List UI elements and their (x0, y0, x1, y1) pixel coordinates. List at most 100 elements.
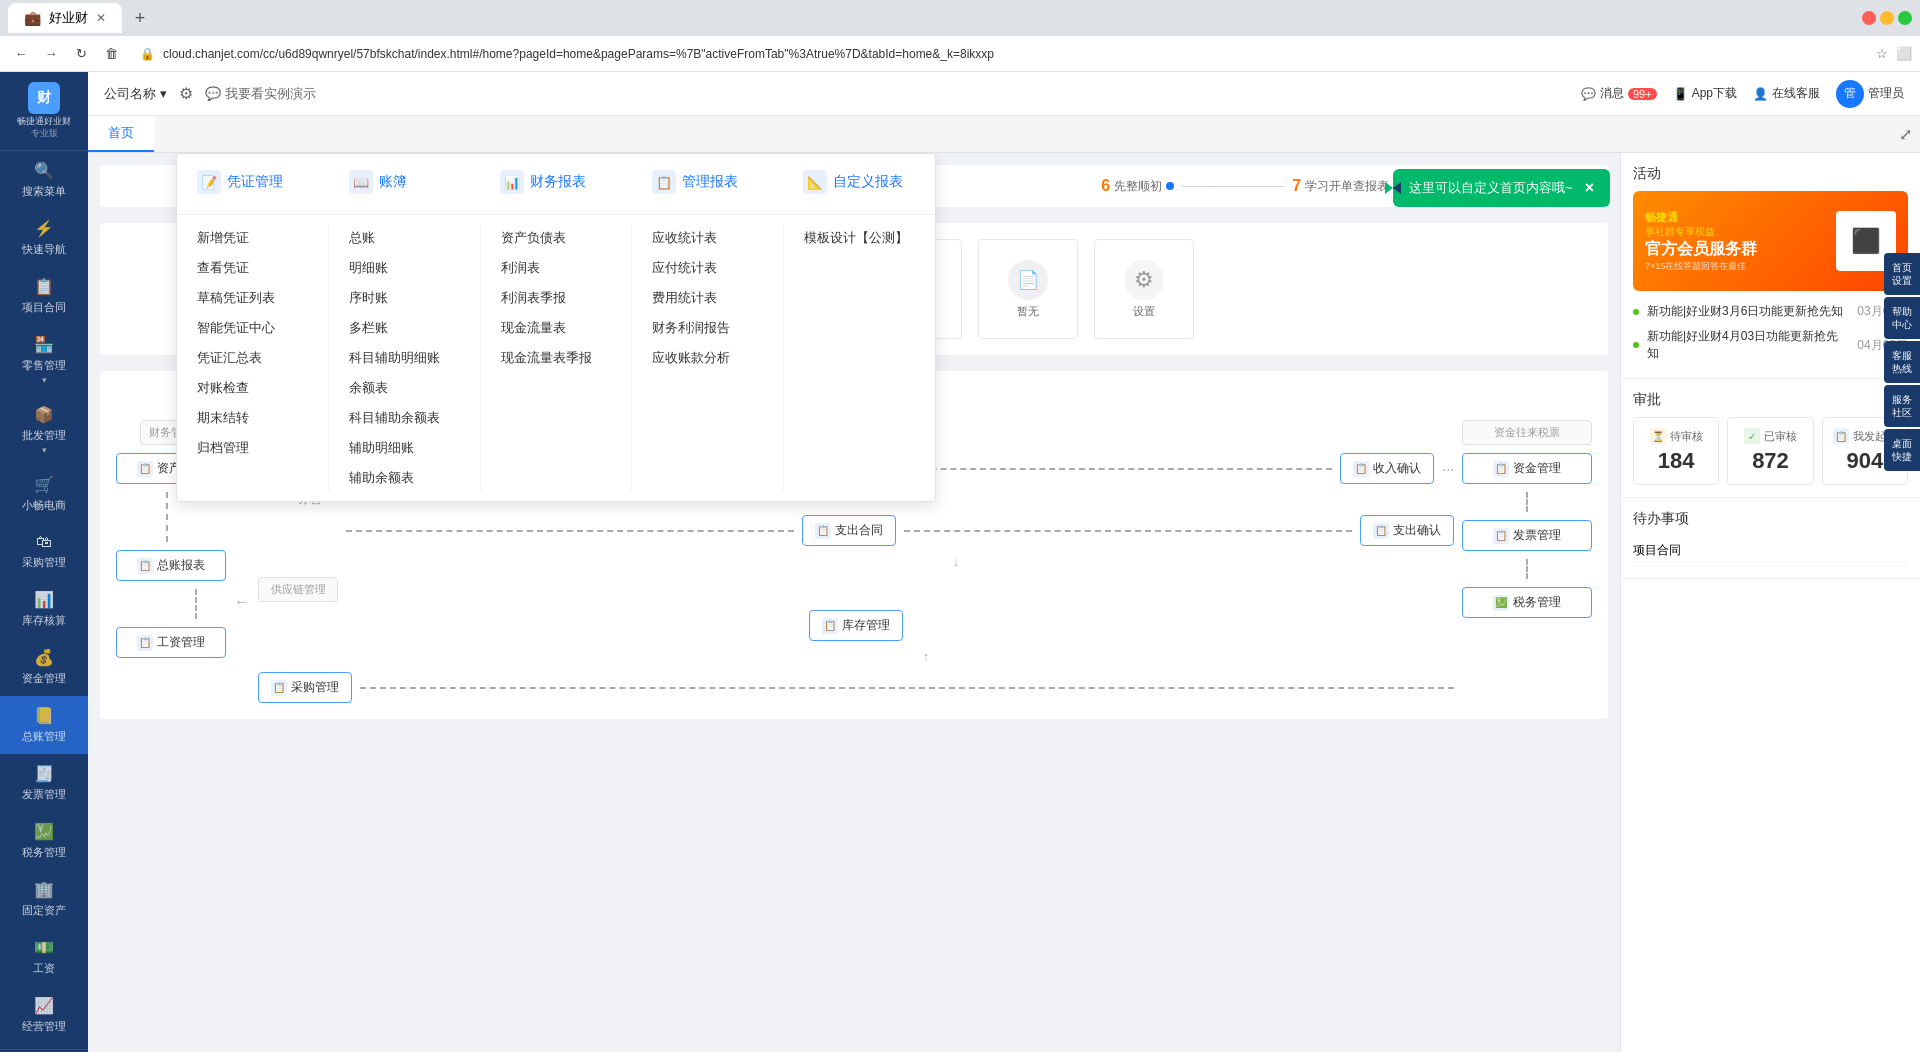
rqa-community[interactable]: 服务社区 (1884, 385, 1920, 427)
demo-button[interactable]: 💬 我要看实例演示 (205, 85, 316, 103)
wf-salary-mgmt[interactable]: 📋 工资管理 (116, 627, 226, 658)
sidebar-item-search[interactable]: 🔍 搜索菜单 (0, 151, 88, 209)
tab-home[interactable]: 首页 (88, 116, 154, 152)
menu-item-archive[interactable]: 归档管理 (197, 433, 308, 463)
menu-item-view-voucher[interactable]: 查看凭证 (197, 253, 308, 283)
wf-income-confirm[interactable]: 📋 收入确认 (1340, 453, 1434, 484)
menu-item-template-design[interactable]: 模板设计【公测】 (804, 223, 915, 253)
sidebar-item-project[interactable]: 📋 项目合同 (0, 267, 88, 325)
active-tab[interactable]: 💼 好业财 ✕ (8, 3, 122, 33)
pending-approval-card[interactable]: ⏳ 待审核 184 (1633, 417, 1719, 485)
address-bar[interactable]: 🔒 cloud.chanjet.com/cc/u6d89qwnryel/57bf… (128, 40, 1872, 68)
menu-item-receivable-analysis[interactable]: 应收账款分析 (652, 343, 763, 373)
menu-item-balance[interactable]: 余额表 (349, 373, 460, 403)
menu-item-draft-voucher[interactable]: 草稿凭证列表 (197, 283, 308, 313)
win-close-btn[interactable] (1862, 11, 1876, 25)
menu-item-smart-voucher[interactable]: 智能凭证中心 (197, 313, 308, 343)
rqa-service[interactable]: 客服热线 (1884, 341, 1920, 383)
app-download-action[interactable]: 📱 App下载 (1673, 85, 1737, 102)
step-6-dot (1166, 182, 1174, 190)
menu-item-new-voucher[interactable]: 新增凭证 (197, 223, 308, 253)
menu-item-payable-stats[interactable]: 应付统计表 (652, 253, 763, 283)
bookmark-icon[interactable]: ☆ (1876, 46, 1888, 61)
menu-item-aux-detail[interactable]: 辅助明细账 (349, 433, 460, 463)
message-action[interactable]: 💬 消息 99+ (1581, 85, 1657, 102)
ecommerce-icon: 🛒 (34, 475, 54, 494)
sidebar-item-purchase[interactable]: 🛍 采购管理 (0, 523, 88, 580)
menu-item-cashflow[interactable]: 现金流量表 (501, 313, 612, 343)
wf-invoice-mgmt[interactable]: 📋 发票管理 (1462, 520, 1592, 551)
menu-item-period-end[interactable]: 期末结转 (197, 403, 308, 433)
procurement-icon: 📋 (271, 680, 287, 696)
activity-banner[interactable]: 畅捷通 享社群专享权益 官方会员服务群 7×15在线答题回答在最佳 ⬛ (1633, 191, 1908, 291)
back-btn[interactable]: ← (8, 41, 34, 67)
menu-item-profit-report[interactable]: 财务利润报告 (652, 313, 763, 343)
sidebar-item-assets[interactable]: 🏢 固定资产 (0, 870, 88, 928)
sidebar-item-retail[interactable]: 🏪 零售管理 ▾ (0, 325, 88, 395)
assets-icon: 🏢 (34, 880, 54, 899)
approved-count: 872 (1738, 448, 1802, 474)
win-min-btn[interactable] (1880, 11, 1894, 25)
mgmt-col-title[interactable]: 📋 管理报表 (652, 170, 764, 194)
wf-inventory[interactable]: 📋 库存管理 (809, 610, 903, 641)
menu-item-voucher-summary[interactable]: 凭证汇总表 (197, 343, 308, 373)
sidebar-item-funds[interactable]: 💰 资金管理 (0, 638, 88, 696)
nav-settings-icon[interactable]: ⚙ (179, 84, 193, 103)
company-selector[interactable]: 公司名称 ▾ (104, 85, 167, 103)
wf-fund-mgmt[interactable]: 📋 资金管理 (1462, 453, 1592, 484)
wf-ledger-report[interactable]: 📋 总账报表 (116, 550, 226, 581)
menu-item-receivable-stats[interactable]: 应收统计表 (652, 223, 763, 253)
tooltip-close-btn[interactable]: × (1585, 179, 1594, 197)
rqa-home-settings[interactable]: 首页设置 (1884, 253, 1920, 295)
icon-cell-settings[interactable]: ⚙ 设置 (1094, 239, 1194, 339)
menu-item-multi[interactable]: 多栏账 (349, 313, 460, 343)
online-service-action[interactable]: 👤 在线客服 (1753, 85, 1820, 102)
sidebar-item-inventory[interactable]: 📊 库存核算 (0, 580, 88, 638)
sidebar-item-invoice[interactable]: 🧾 发票管理 (0, 754, 88, 812)
menu-item-cashflow-quarterly[interactable]: 现金流量表季报 (501, 343, 612, 373)
menu-item-income[interactable]: 利润表 (501, 253, 612, 283)
wf-procurement[interactable]: 📋 采购管理 (258, 672, 352, 703)
sidebar-item-management[interactable]: 📈 经营管理 (0, 986, 88, 1044)
voucher-col-title[interactable]: 📝 凭证管理 (197, 170, 309, 194)
approved-card[interactable]: ✓ 已审核 872 (1727, 417, 1813, 485)
icon-cell-4[interactable]: 📄 暂无 (978, 239, 1078, 339)
wf-expense-confirm[interactable]: 📋 支出确认 (1360, 515, 1454, 546)
wf-tax-mgmt[interactable]: 💹 税务管理 (1462, 587, 1592, 618)
delete-btn[interactable]: 🗑 (98, 41, 124, 67)
wf-expense-contract[interactable]: 📋 支出合同 (802, 515, 896, 546)
finance-col-title[interactable]: 📊 财务报表 (500, 170, 612, 194)
sidebar-item-wholesale[interactable]: 📦 批发管理 ▾ (0, 395, 88, 465)
menu-item-balance-sheet[interactable]: 资产负债表 (501, 223, 612, 253)
new-tab-button[interactable]: + (126, 4, 154, 32)
menu-item-detail[interactable]: 明细账 (349, 253, 460, 283)
forward-btn[interactable]: → (38, 41, 64, 67)
rqa-help[interactable]: 帮助中心 (1884, 297, 1920, 339)
user-action[interactable]: 管 管理员 (1836, 80, 1904, 108)
sidebar-item-ecommerce[interactable]: 🛒 小畅电商 (0, 465, 88, 523)
custom-col-title[interactable]: 📐 自定义报表 (803, 170, 915, 194)
menu-item-subject-balance[interactable]: 科目辅助余额表 (349, 403, 460, 433)
extension-icon[interactable]: ⬜ (1896, 46, 1912, 61)
menu-item-expense-stats[interactable]: 费用统计表 (652, 283, 763, 313)
expand-icon[interactable]: ⤢ (1899, 125, 1912, 144)
menu-item-aux-balance[interactable]: 辅助余额表 (349, 463, 460, 493)
download-icon: 📱 (1673, 87, 1688, 101)
sidebar-item-ledger[interactable]: 📒 总账管理 (0, 696, 88, 754)
rqa-desktop[interactable]: 桌面快捷 (1884, 429, 1920, 471)
news-text-1[interactable]: 新功能|好业财3月6日功能更新抢先知 (1647, 303, 1849, 320)
tab-close-btn[interactable]: ✕ (96, 11, 106, 25)
menu-item-general[interactable]: 总账 (349, 223, 460, 253)
news-text-2[interactable]: 新功能|好业财4月03日功能更新抢先知 (1647, 328, 1849, 362)
menu-item-subject-detail[interactable]: 科目辅助明细账 (349, 343, 460, 373)
ledger-col-title[interactable]: 📖 账簿 (349, 170, 461, 194)
win-max-btn[interactable] (1898, 11, 1912, 25)
refresh-btn[interactable]: ↻ (68, 41, 94, 67)
sidebar-item-quicknav[interactable]: ⚡ 快速导航 (0, 209, 88, 267)
menu-item-income-quarterly[interactable]: 利润表季报 (501, 283, 612, 313)
sidebar-item-tax[interactable]: 💹 税务管理 (0, 812, 88, 870)
menu-item-sequence[interactable]: 序时账 (349, 283, 460, 313)
menu-item-reconcile[interactable]: 对账检查 (197, 373, 308, 403)
todo-item-project[interactable]: 项目合同 (1633, 536, 1908, 566)
sidebar-item-salary[interactable]: 💵 工资 (0, 928, 88, 986)
